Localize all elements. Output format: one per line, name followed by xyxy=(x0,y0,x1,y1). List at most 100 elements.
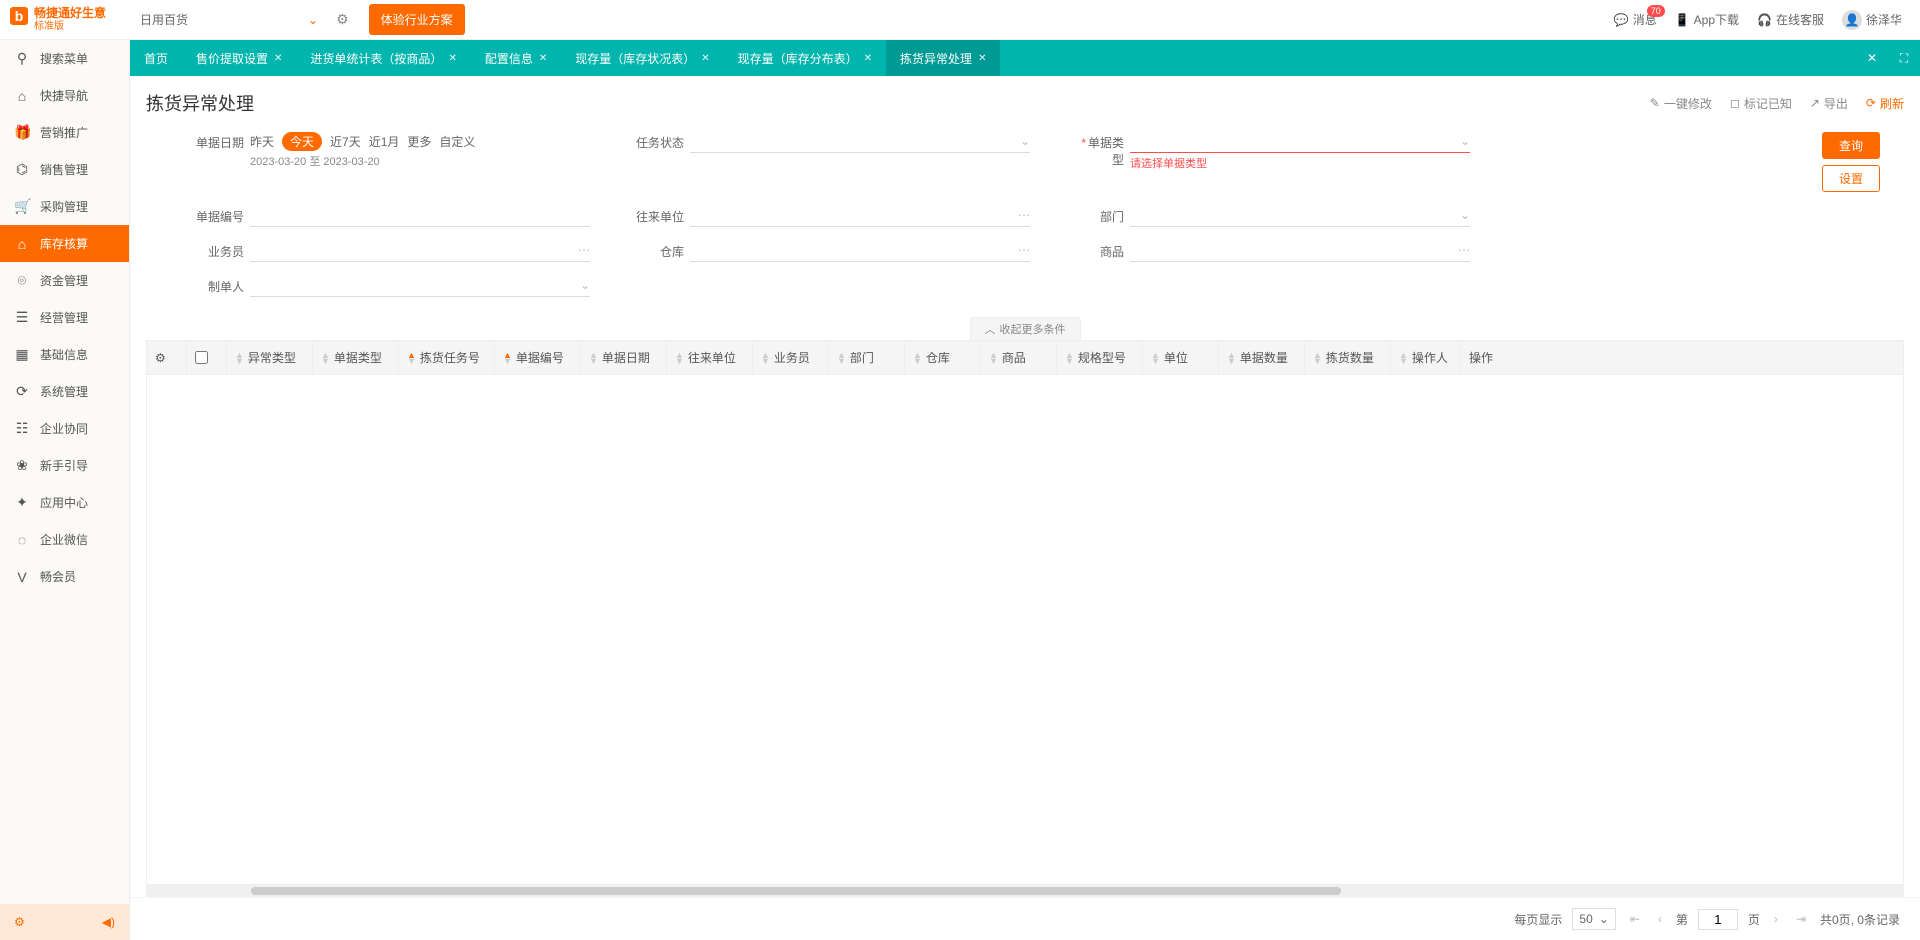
ellipsis-icon[interactable]: ⋯ xyxy=(1458,243,1470,257)
mark-known-button[interactable]: ◻ 标记已知 xyxy=(1730,95,1792,112)
first-page-button[interactable]: ⇤ xyxy=(1626,912,1644,926)
close-icon[interactable]: ✕ xyxy=(864,53,872,64)
sidebar-item-12[interactable]: ✦应用中心 xyxy=(0,484,129,521)
tab-6[interactable]: 拣货异常处理✕ xyxy=(886,40,1000,76)
chevron-down-icon[interactable]: ⌄ xyxy=(580,278,590,292)
settings-icon[interactable]: ⚙ xyxy=(14,915,25,929)
sidebar-icon: ▦ xyxy=(14,346,30,363)
chip-last1m[interactable]: 近1月 xyxy=(369,133,400,150)
chevron-down-icon[interactable]: ⌄ xyxy=(1460,134,1470,148)
column-doc_no[interactable]: ▲▼单据编号 xyxy=(495,341,581,374)
scrollbar-thumb[interactable] xyxy=(251,887,1341,895)
column-label: 单据日期 xyxy=(602,349,650,366)
sidebar-item-13[interactable]: ◌企业微信 xyxy=(0,521,129,558)
sidebar-item-6[interactable]: ⌾资金管理 xyxy=(0,262,129,299)
sidebar-item-7[interactable]: ☰经营管理 xyxy=(0,299,129,336)
filter-product: 商品 ⋯ xyxy=(1070,241,1470,262)
chip-today[interactable]: 今天 xyxy=(282,132,322,151)
column-operator[interactable]: ▲▼操作人 xyxy=(1391,341,1461,374)
partner-input[interactable] xyxy=(690,206,1030,227)
tab-4[interactable]: 现存量（库存状况表）✕ xyxy=(561,40,723,76)
sidebar-item-10[interactable]: ☷企业协同 xyxy=(0,410,129,447)
sidebar-item-label: 应用中心 xyxy=(40,494,88,511)
chip-yesterday[interactable]: 昨天 xyxy=(250,133,274,150)
collapse-sidebar-icon[interactable]: ◀) xyxy=(102,915,115,929)
messages-button[interactable]: 💬 消息 70 xyxy=(1614,11,1657,28)
export-button[interactable]: ↗ 导出 xyxy=(1810,95,1848,112)
close-icon[interactable]: ✕ xyxy=(978,53,986,64)
column-dept[interactable]: ▲▼部门 xyxy=(829,341,905,374)
select-all-checkbox[interactable] xyxy=(195,351,208,364)
sidebar-item-5[interactable]: ⌂库存核算 xyxy=(0,225,129,262)
column-pick_qty[interactable]: ▲▼拣货数量 xyxy=(1305,341,1391,374)
sidebar-item-11[interactable]: ❀新手引导 xyxy=(0,447,129,484)
online-service-button[interactable]: 🎧 在线客服 xyxy=(1757,11,1824,28)
column-label: 业务员 xyxy=(774,349,810,366)
column-spec[interactable]: ▲▼规格型号 xyxy=(1057,341,1143,374)
dept-input[interactable] xyxy=(1130,206,1470,227)
product-input[interactable] xyxy=(1130,241,1470,262)
category-select[interactable]: 日用百货 ⌄ xyxy=(140,11,318,28)
query-button[interactable]: 查询 xyxy=(1822,132,1880,159)
batch-edit-button[interactable]: ✎ 一键修改 xyxy=(1650,95,1712,112)
salesman-input[interactable] xyxy=(250,241,590,262)
ellipsis-icon[interactable]: ⋯ xyxy=(1018,243,1030,257)
chip-custom[interactable]: 自定义 xyxy=(439,133,475,150)
creator-input[interactable] xyxy=(250,276,590,297)
close-icon[interactable]: ✕ xyxy=(701,53,709,64)
sidebar-item-4[interactable]: 🛒采购管理 xyxy=(0,188,129,225)
warehouse-input[interactable] xyxy=(690,241,1030,262)
column-doc_date[interactable]: ▲▼单据日期 xyxy=(581,341,667,374)
tab-3[interactable]: 配置信息✕ xyxy=(471,40,561,76)
doc-type-input[interactable] xyxy=(1130,132,1470,153)
refresh-button[interactable]: ⟳ 刷新 xyxy=(1866,95,1904,112)
sidebar-item-0[interactable]: ⚲搜索菜单 xyxy=(0,40,129,77)
sidebar-item-14[interactable]: V畅会员 xyxy=(0,558,129,595)
sidebar-icon: ☰ xyxy=(14,309,30,326)
close-icon[interactable]: ✕ xyxy=(448,53,456,64)
setting-button[interactable]: 设置 xyxy=(1822,165,1880,192)
close-icon[interactable]: ✕ xyxy=(274,53,282,64)
column-partner[interactable]: ▲▼往来单位 xyxy=(667,341,753,374)
chevron-down-icon[interactable]: ⌄ xyxy=(1020,134,1030,148)
column-salesman[interactable]: ▲▼业务员 xyxy=(753,341,829,374)
tab-1[interactable]: 售价提取设置✕ xyxy=(182,40,296,76)
tab-2[interactable]: 进货单统计表（按商品）✕ xyxy=(296,40,470,76)
tab-5[interactable]: 现存量（库存分布表）✕ xyxy=(724,40,886,76)
column-doc_qty[interactable]: ▲▼单据数量 xyxy=(1219,341,1305,374)
page-input[interactable] xyxy=(1698,909,1738,930)
sidebar-item-8[interactable]: ▦基础信息 xyxy=(0,336,129,373)
tab-close-all-button[interactable]: ✕ xyxy=(1856,51,1888,66)
ellipsis-icon[interactable]: ⋯ xyxy=(578,243,590,257)
prev-page-button[interactable]: ‹ xyxy=(1654,912,1666,926)
doc-no-input[interactable] xyxy=(250,206,590,227)
collapse-filters-button[interactable]: ︿ 收起更多条件 xyxy=(970,317,1081,340)
column-task_no[interactable]: ▲▼拣货任务号 xyxy=(399,341,495,374)
chip-more[interactable]: 更多 xyxy=(407,133,431,150)
user-menu[interactable]: 👤 徐泽华 xyxy=(1842,10,1902,30)
column-abn_type[interactable]: ▲▼异常类型 xyxy=(227,341,313,374)
sidebar-footer: ⚙ ◀) xyxy=(0,904,129,940)
tab-0[interactable]: 首页 xyxy=(130,40,182,76)
close-icon[interactable]: ✕ xyxy=(539,53,547,64)
app-download-button[interactable]: 📱 App下载 xyxy=(1675,11,1739,28)
gear-icon[interactable]: ⚙ xyxy=(336,11,349,28)
last-page-button[interactable]: ⇥ xyxy=(1792,912,1810,926)
sidebar-item-1[interactable]: ⌂快捷导航 xyxy=(0,77,129,114)
chevron-down-icon[interactable]: ⌄ xyxy=(1460,208,1470,222)
ellipsis-icon[interactable]: ⋯ xyxy=(1018,208,1030,222)
sidebar-item-3[interactable]: ⌬销售管理 xyxy=(0,151,129,188)
per-page-select[interactable]: 50 ⌄ xyxy=(1572,908,1615,930)
column-unit[interactable]: ▲▼单位 xyxy=(1143,341,1219,374)
sidebar-item-2[interactable]: 🎁营销推广 xyxy=(0,114,129,151)
sidebar-item-9[interactable]: ⟳系统管理 xyxy=(0,373,129,410)
next-page-button[interactable]: › xyxy=(1770,912,1782,926)
column-warehouse[interactable]: ▲▼仓库 xyxy=(905,341,981,374)
experience-button[interactable]: 体验行业方案 xyxy=(369,4,465,35)
column-product[interactable]: ▲▼商品 xyxy=(981,341,1057,374)
chip-last7[interactable]: 近7天 xyxy=(330,133,361,150)
tab-fullscreen-button[interactable]: ⛶ xyxy=(1888,51,1920,66)
task-status-input[interactable] xyxy=(690,132,1030,153)
column-doc_type[interactable]: ▲▼单据类型 xyxy=(313,341,399,374)
horizontal-scrollbar[interactable] xyxy=(146,885,1904,897)
